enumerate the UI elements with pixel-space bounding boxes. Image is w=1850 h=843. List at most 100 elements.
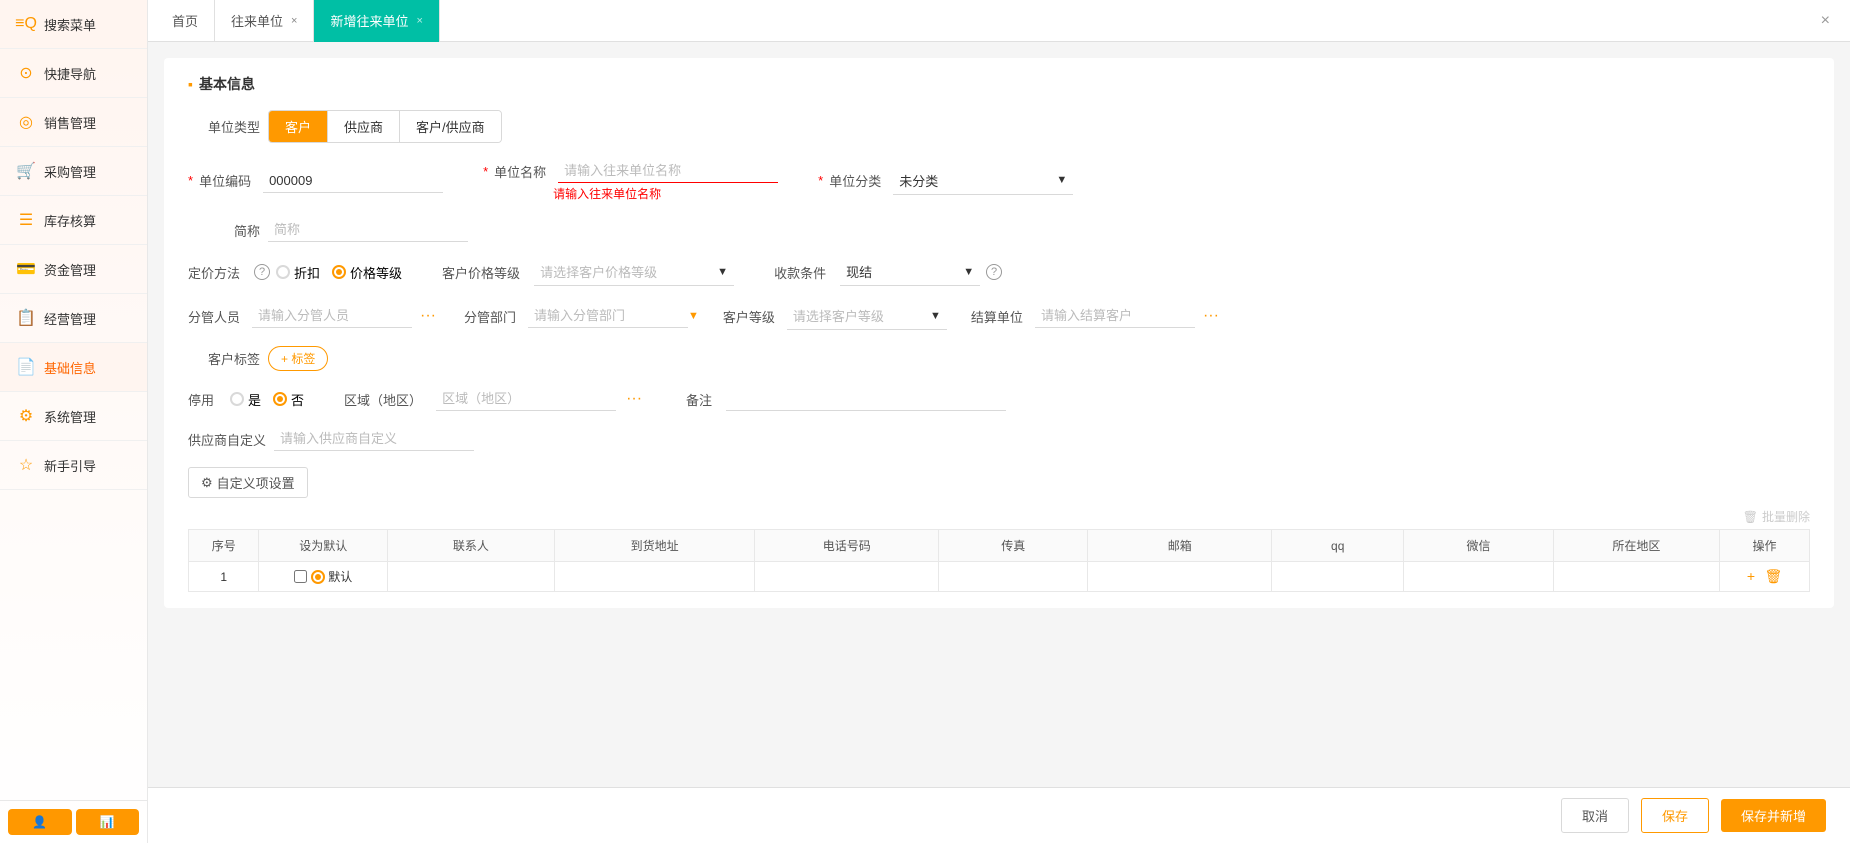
short-name-input[interactable] bbox=[268, 218, 468, 242]
batch-delete-area: 🗑 批量删除 bbox=[188, 508, 1810, 525]
customer-level-select[interactable]: 请选择客户等级 ▼ bbox=[787, 302, 947, 330]
qq-input[interactable] bbox=[1308, 570, 1368, 584]
category-group: * 单位分类 未分类 ▼ bbox=[818, 167, 1073, 195]
sidebar-item-label: 基础信息 bbox=[44, 358, 96, 377]
manager-more-icon[interactable]: ··· bbox=[416, 307, 440, 325]
sidebar-item-operation[interactable]: 📋 经营管理 bbox=[0, 294, 147, 343]
unit-name-error: 请输入往来单位名称 bbox=[553, 187, 661, 201]
pricing-help-icon[interactable]: ? bbox=[254, 264, 270, 280]
section-icon: ▪ bbox=[188, 76, 193, 92]
address-input[interactable] bbox=[605, 570, 705, 584]
department-group: 分管部门 ▼ bbox=[464, 304, 699, 328]
sidebar-item-newbie[interactable]: ☆ 新手引导 bbox=[0, 441, 147, 490]
col-header-qq: qq bbox=[1272, 530, 1404, 562]
pricing-level-option[interactable]: 价格等级 bbox=[332, 263, 402, 282]
sidebar-item-search[interactable]: ≡Q 搜索菜单 bbox=[0, 0, 147, 49]
purchase-icon: 🛒 bbox=[16, 161, 36, 181]
row-qq[interactable] bbox=[1272, 562, 1404, 592]
supplier-custom-input[interactable] bbox=[274, 427, 474, 451]
row-fax[interactable] bbox=[939, 562, 1088, 592]
customer-price-arrow: ▼ bbox=[717, 266, 728, 278]
short-name-label: 简称 bbox=[188, 221, 268, 240]
row-region-input[interactable] bbox=[1596, 570, 1676, 584]
row-address[interactable] bbox=[554, 562, 755, 592]
tab-new-partner-close[interactable]: × bbox=[416, 15, 422, 27]
payment-terms-help-icon[interactable]: ? bbox=[986, 264, 1002, 280]
region-input[interactable] bbox=[436, 387, 616, 411]
custom-settings-button[interactable]: ⚙ 自定义项设置 bbox=[188, 467, 308, 498]
row-email[interactable] bbox=[1088, 562, 1272, 592]
row-wechat[interactable] bbox=[1404, 562, 1553, 592]
disabled-yes-option[interactable]: 是 bbox=[230, 390, 261, 409]
save-button[interactable]: 保存 bbox=[1641, 798, 1709, 833]
search-icon: ≡Q bbox=[16, 14, 36, 34]
sidebar-settings-btn[interactable]: 📊 bbox=[76, 809, 140, 835]
phone-input[interactable] bbox=[802, 570, 892, 584]
sidebar-item-purchase[interactable]: 🛒 采购管理 bbox=[0, 147, 147, 196]
settings-btn-label: 自定义项设置 bbox=[217, 473, 295, 492]
unit-type-label: 单位类型 bbox=[188, 117, 268, 136]
unit-category-select[interactable]: 未分类 ▼ bbox=[893, 167, 1073, 195]
email-input[interactable] bbox=[1135, 570, 1225, 584]
tab-new-partner-label: 新增往来单位 bbox=[330, 11, 408, 30]
type-btn-both[interactable]: 客户/供应商 bbox=[400, 111, 501, 142]
row-add-icon[interactable]: + bbox=[1747, 568, 1755, 584]
unit-code-input[interactable] bbox=[263, 169, 443, 193]
manager-input[interactable] bbox=[252, 304, 412, 328]
wechat-input[interactable] bbox=[1443, 570, 1513, 584]
customer-price-label: 客户价格等级 bbox=[442, 263, 528, 282]
tab-partners-label: 往来单位 bbox=[231, 11, 283, 30]
settlement-input[interactable] bbox=[1035, 304, 1195, 328]
type-btn-supplier[interactable]: 供应商 bbox=[328, 111, 400, 142]
remarks-input[interactable] bbox=[726, 387, 1006, 411]
sidebar-item-inventory[interactable]: ☰ 库存核算 bbox=[0, 196, 147, 245]
tab-home-label: 首页 bbox=[172, 11, 198, 30]
disabled-no-option[interactable]: 否 bbox=[273, 390, 304, 409]
pricing-discount-radio bbox=[276, 265, 290, 279]
unit-type-row: 单位类型 客户 供应商 客户/供应商 bbox=[188, 110, 1810, 143]
cancel-button[interactable]: 取消 bbox=[1561, 798, 1629, 833]
region-more-icon[interactable]: ··· bbox=[622, 390, 646, 408]
sidebar-item-finance[interactable]: 💳 资金管理 bbox=[0, 245, 147, 294]
default-label: 默认 bbox=[328, 568, 352, 585]
col-header-fax: 传真 bbox=[939, 530, 1088, 562]
tab-bar-close[interactable]: × bbox=[1809, 12, 1842, 30]
row-phone[interactable] bbox=[755, 562, 939, 592]
settlement-more-icon[interactable]: ··· bbox=[1199, 307, 1223, 325]
system-icon: ⚙ bbox=[16, 406, 36, 426]
unit-name-input[interactable] bbox=[558, 159, 778, 183]
row-contact[interactable] bbox=[388, 562, 555, 592]
customer-level-group: 客户等级 请选择客户等级 ▼ bbox=[723, 302, 947, 330]
sidebar: ≡Q 搜索菜单 ⊙ 快捷导航 ◎ 销售管理 🛒 采购管理 ☰ 库存核算 💳 资金… bbox=[0, 0, 148, 843]
sidebar-user-btn[interactable]: 👤 bbox=[8, 809, 72, 835]
department-input[interactable] bbox=[528, 304, 688, 328]
customer-level-label: 客户等级 bbox=[723, 307, 783, 326]
batch-delete-label[interactable]: 批量删除 bbox=[1762, 508, 1810, 525]
tag-add-button[interactable]: + 标签 bbox=[268, 346, 328, 371]
tab-partners[interactable]: 往来单位 × bbox=[215, 0, 314, 42]
tab-partners-close[interactable]: × bbox=[291, 15, 297, 27]
sidebar-item-label: 系统管理 bbox=[44, 407, 96, 426]
payment-terms-select[interactable]: 现结 ▼ bbox=[840, 258, 980, 286]
sidebar-item-label: 新手引导 bbox=[44, 456, 96, 475]
contact-input[interactable] bbox=[431, 570, 511, 584]
sidebar-item-quick-nav[interactable]: ⊙ 快捷导航 bbox=[0, 49, 147, 98]
fax-input[interactable] bbox=[978, 570, 1048, 584]
type-btn-customer[interactable]: 客户 bbox=[269, 111, 328, 142]
remarks-group: 备注 bbox=[686, 387, 1006, 411]
sidebar-item-basic[interactable]: 📄 基础信息 bbox=[0, 343, 147, 392]
row-delete-icon[interactable]: 🗑 bbox=[1764, 568, 1782, 584]
payment-terms-arrow: ▼ bbox=[963, 266, 974, 278]
save-new-button[interactable]: 保存并新增 bbox=[1721, 799, 1826, 832]
tab-new-partner[interactable]: 新增往来单位 × bbox=[314, 0, 439, 42]
sidebar-item-sales[interactable]: ◎ 销售管理 bbox=[0, 98, 147, 147]
tab-home[interactable]: 首页 bbox=[156, 0, 215, 42]
customer-price-select[interactable]: 请选择客户价格等级 ▼ bbox=[534, 258, 734, 286]
pricing-discount-option[interactable]: 折扣 bbox=[276, 263, 320, 282]
sidebar-item-system[interactable]: ⚙ 系统管理 bbox=[0, 392, 147, 441]
row-region[interactable] bbox=[1553, 562, 1720, 592]
col-header-wechat: 微信 bbox=[1404, 530, 1553, 562]
default-radio-item[interactable]: 默认 bbox=[311, 568, 352, 585]
pricing-group: 定价方法 ? 折扣 价格等级 bbox=[188, 263, 402, 282]
row-checkbox[interactable] bbox=[294, 570, 307, 583]
